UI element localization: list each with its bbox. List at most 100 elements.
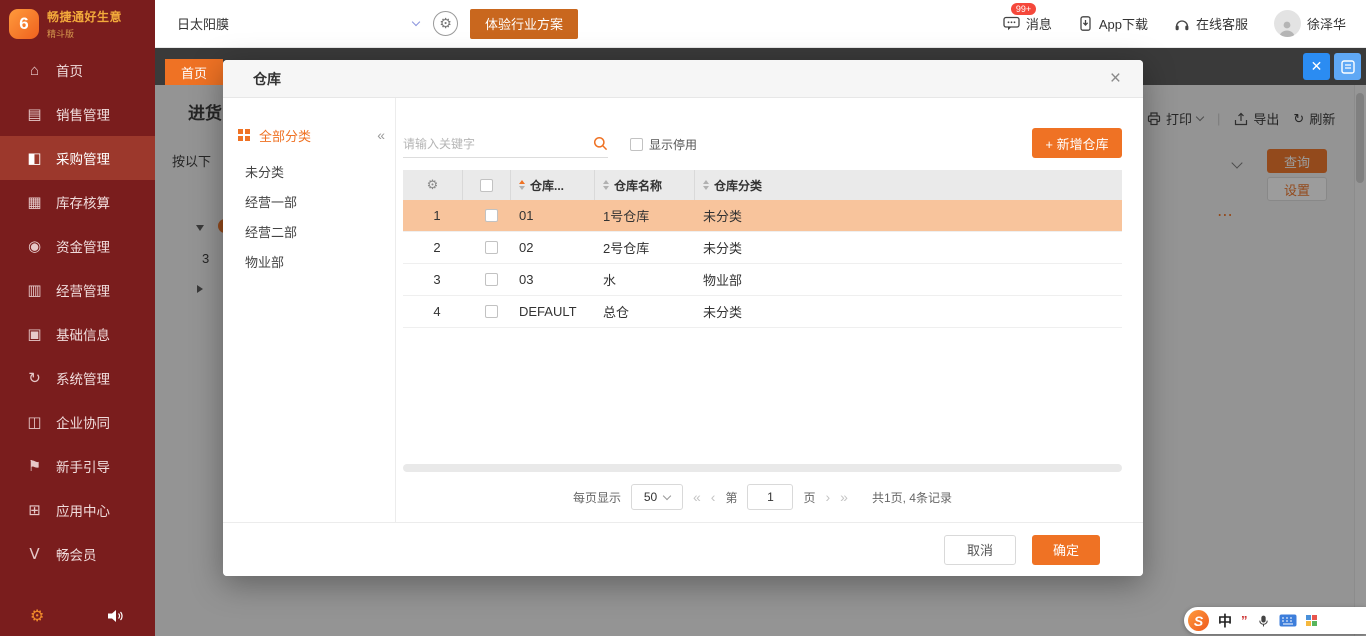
app-download-button[interactable]: App下载: [1078, 14, 1148, 33]
sidebar-settings-gear-icon[interactable]: ⚙: [30, 606, 44, 626]
sidebar-item-label: 资金管理: [56, 240, 110, 255]
messages-button[interactable]: 99+ 消息: [1003, 3, 1052, 33]
category-item[interactable]: 物业部: [223, 248, 395, 278]
cell-code: 01: [519, 208, 534, 223]
row-checkbox[interactable]: [484, 209, 498, 222]
settings-gear-button[interactable]: ⚙: [433, 11, 458, 36]
help-widget-button[interactable]: [1334, 53, 1361, 80]
sidebar-item-home[interactable]: ⌂ 首页: [0, 48, 155, 92]
dialog-footer: 取消 确定: [223, 522, 1143, 576]
table-row[interactable]: 1 01 1号仓库 未分类: [403, 200, 1122, 232]
sidebar-item-guide[interactable]: ⚑ 新手引导: [0, 444, 155, 488]
gear-icon: ⚙: [439, 15, 452, 31]
sidebar-item-sales[interactable]: ▤ 销售管理: [0, 92, 155, 136]
table-row[interactable]: 3 03 水 物业部: [403, 264, 1122, 296]
add-warehouse-button[interactable]: + 新增仓库: [1032, 128, 1122, 158]
per-page-select[interactable]: 50: [631, 484, 683, 510]
sidebar-item-app-center[interactable]: ⊞ 应用中心: [0, 488, 155, 532]
row-index: 3: [433, 272, 441, 287]
confirm-button[interactable]: 确定: [1032, 534, 1100, 565]
cell-code: 02: [519, 240, 534, 255]
sidebar-item-purchase[interactable]: ◧ 采购管理: [0, 136, 155, 180]
row-index: 1: [433, 208, 441, 223]
logo-icon: 6: [9, 8, 39, 39]
ime-punctuation-icon[interactable]: ”: [1241, 613, 1248, 628]
table-row[interactable]: 4 DEFAULT 总仓 未分类: [403, 296, 1122, 328]
last-page-button[interactable]: »: [840, 490, 848, 504]
cell-code: DEFAULT: [519, 304, 577, 319]
ime-menu-grid-icon[interactable]: [1305, 614, 1317, 627]
microphone-icon[interactable]: [1257, 614, 1270, 628]
category-item[interactable]: 未分类: [223, 158, 395, 188]
category-item[interactable]: 经营二部: [223, 218, 395, 248]
messages-label: 消息: [1025, 17, 1052, 32]
sidebar-item-member[interactable]: Ⅴ 畅会员: [0, 532, 155, 576]
cell-category: 未分类: [703, 209, 743, 224]
next-page-button[interactable]: ›: [826, 490, 831, 504]
search-input[interactable]: [403, 136, 593, 151]
sort-icons[interactable]: [603, 180, 609, 190]
column-header-category[interactable]: 仓库分类: [695, 170, 1122, 200]
funds-icon: ◉: [27, 238, 42, 255]
sort-icons[interactable]: [703, 180, 709, 190]
show-disabled-checkbox[interactable]: [630, 138, 643, 151]
warehouse-dialog: 仓库 × 全部分类 « 未分类 经营一部 经营二部 物业部 显示停用 + 新增仓…: [223, 60, 1143, 576]
sidebar-item-basic-info[interactable]: ▣ 基础信息: [0, 312, 155, 356]
sort-icons[interactable]: [519, 180, 525, 190]
column-header-code[interactable]: 仓库...: [511, 170, 595, 200]
table-row[interactable]: 2 02 2号仓库 未分类: [403, 232, 1122, 264]
show-disabled-label: 显示停用: [649, 138, 698, 152]
ime-mode-indicator[interactable]: 中: [1218, 611, 1232, 631]
member-icon: Ⅴ: [29, 546, 40, 563]
cell-name: 水: [603, 273, 617, 288]
keyboard-icon[interactable]: [1279, 614, 1297, 627]
close-x-icon: ✕: [1310, 58, 1323, 74]
select-all-checkbox[interactable]: [480, 178, 493, 192]
dialog-header: 仓库 ×: [223, 60, 1143, 98]
tab-home[interactable]: 首页: [165, 59, 224, 85]
headset-icon: [1175, 19, 1189, 30]
horizontal-scrollbar[interactable]: [403, 464, 1122, 472]
sidebar-nav: ⌂ 首页 ▤ 销售管理 ◧ 采购管理 ▦ 库存核算 ◉ 资金管理 ▥ 经营管理 …: [0, 48, 155, 636]
purchase-icon: ◧: [27, 150, 42, 167]
sidebar-item-collaboration[interactable]: ◫ 企业协同: [0, 400, 155, 444]
brand-name: 畅捷通好生意: [47, 9, 123, 24]
company-select[interactable]: 日太阳膜: [177, 14, 421, 33]
sidebar-item-label: 首页: [56, 64, 83, 79]
app-center-icon: ⊞: [28, 502, 41, 519]
basic-info-icon: ▣: [27, 326, 42, 343]
collapse-panel-button[interactable]: «: [377, 127, 385, 143]
sidebar-item-system[interactable]: ↻ 系统管理: [0, 356, 155, 400]
page-input[interactable]: [747, 484, 794, 510]
trial-solution-button[interactable]: 体验行业方案: [470, 8, 579, 39]
cell-code: 03: [519, 272, 534, 287]
prev-page-button[interactable]: ‹: [711, 490, 716, 504]
sidebar-item-label: 系统管理: [56, 372, 110, 387]
row-checkbox[interactable]: [484, 273, 498, 286]
cell-category: 物业部: [703, 273, 743, 288]
category-item[interactable]: 经营一部: [223, 188, 395, 218]
sidebar-item-inventory[interactable]: ▦ 库存核算: [0, 180, 155, 224]
message-bubble-icon: [1003, 16, 1020, 31]
row-checkbox[interactable]: [484, 241, 498, 254]
sogou-logo-icon[interactable]: S: [1188, 610, 1209, 631]
row-checkbox[interactable]: [484, 305, 498, 318]
all-categories-item[interactable]: 全部分类: [259, 126, 311, 145]
close-icon[interactable]: ×: [1110, 69, 1121, 88]
top-bar: 6 畅捷通好生意 精斗版 日太阳膜 ⚙ 体验行业方案 99+ 消息 App下载 …: [0, 0, 1366, 48]
mute-speaker-icon[interactable]: [107, 609, 125, 623]
online-service-button[interactable]: 在线客服: [1174, 14, 1248, 33]
sidebar-item-label: 基础信息: [56, 328, 110, 343]
column-header-name[interactable]: 仓库名称: [595, 170, 695, 200]
search-icon[interactable]: [593, 136, 608, 151]
column-settings-icon[interactable]: ⚙: [427, 177, 439, 193]
avatar: [1273, 10, 1301, 37]
close-widget-button[interactable]: ✕: [1303, 53, 1330, 80]
first-page-button[interactable]: «: [693, 490, 701, 504]
search-box: [403, 130, 608, 158]
user-account[interactable]: 徐泽华: [1273, 10, 1346, 37]
cancel-button[interactable]: 取消: [944, 534, 1016, 565]
sidebar-item-operations[interactable]: ▥ 经营管理: [0, 268, 155, 312]
sidebar-item-funds[interactable]: ◉ 资金管理: [0, 224, 155, 268]
brand-edition-badge: 精斗版: [47, 28, 75, 39]
